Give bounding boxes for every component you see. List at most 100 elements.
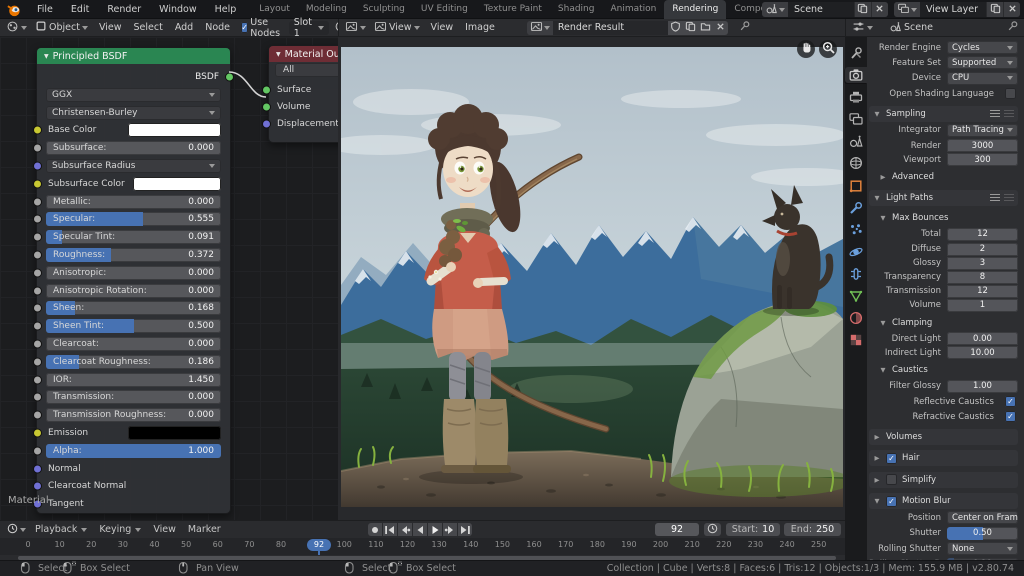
checkbox[interactable]: ✓ (1005, 396, 1016, 407)
output-target-dropdown[interactable]: All (275, 63, 338, 77)
collapse-arrow-icon[interactable]: ▼ (276, 51, 281, 58)
current-frame-field[interactable]: 92 (655, 523, 699, 536)
node-slider-specular[interactable]: Specular:0.555 (46, 212, 221, 226)
pin-button[interactable] (1007, 20, 1019, 35)
bsdf-output-socket[interactable] (225, 73, 234, 82)
unlink-image-button[interactable] (713, 21, 728, 35)
number-field-indirect-light[interactable]: 10.00 (947, 346, 1018, 359)
node-slider-anisotropic-rotation[interactable]: Anisotropic Rotation:0.000 (46, 284, 221, 298)
node-slider-roughness[interactable]: Roughness:0.372 (46, 248, 221, 262)
shader-socket[interactable] (262, 103, 271, 112)
panel-hair[interactable]: ▶✓Hair (869, 450, 1018, 466)
properties-tab-output[interactable] (845, 89, 867, 105)
properties-tab-texture[interactable] (845, 332, 867, 348)
editor-type-button[interactable] (3, 21, 30, 35)
workspace-tab[interactable]: Animation (602, 0, 664, 19)
play-reverse-button[interactable] (413, 523, 427, 536)
panel-advanced[interactable]: ▶Advanced (875, 170, 1018, 184)
vector-socket[interactable] (33, 161, 42, 170)
expand-arrow-open-icon[interactable]: ▼ (879, 366, 887, 374)
color-swatch-subsurface-color[interactable] (133, 177, 221, 191)
expand-arrow-open-icon[interactable]: ▼ (879, 319, 887, 327)
workspace-tab[interactable]: UV Editing (413, 0, 476, 19)
view-layer-name-field[interactable]: View Layer (920, 2, 986, 17)
scene-name-field[interactable]: Scene (788, 2, 854, 17)
workspace-tab[interactable]: Sculpting (355, 0, 413, 19)
jump-to-end-button[interactable] (458, 523, 472, 536)
properties-tab-modifiers[interactable] (845, 200, 867, 216)
expand-arrow-closed-icon[interactable]: ▶ (873, 476, 881, 484)
float-socket[interactable] (33, 446, 42, 455)
fake-user-button[interactable] (668, 21, 683, 35)
dropdown-position[interactable]: Center on Frame (947, 511, 1018, 524)
blender-logo-icon[interactable] (3, 2, 24, 16)
expand-arrow-open-icon[interactable]: ▼ (873, 194, 881, 202)
float-socket[interactable] (33, 393, 42, 402)
checkbox[interactable]: ✓ (1005, 411, 1016, 422)
checkbox[interactable]: ✓ (886, 496, 897, 507)
timeline-menu[interactable]: Keying (93, 524, 147, 535)
timeline-menu[interactable]: Marker (182, 524, 227, 535)
open-image-button[interactable] (698, 21, 713, 35)
node-number-field-ior[interactable]: IOR:1.450 (46, 373, 221, 387)
topbar-menu[interactable]: File (28, 0, 62, 19)
properties-tab-particles[interactable] (845, 222, 867, 238)
topbar-menu[interactable]: Window (150, 0, 205, 19)
number-field-transparency[interactable]: 8 (947, 271, 1018, 284)
float-socket[interactable] (33, 304, 42, 313)
node-slider-alpha[interactable]: Alpha:1.000 (46, 444, 221, 458)
properties-tab-render[interactable] (845, 67, 867, 83)
node-slider-metallic[interactable]: Metallic:0.000 (46, 195, 221, 209)
properties-tab-material[interactable] (845, 310, 867, 326)
properties-tab-tool[interactable] (845, 45, 867, 61)
shader-menu[interactable]: View (93, 19, 128, 37)
color-swatch-base-color[interactable] (128, 123, 221, 137)
float-socket[interactable] (33, 268, 42, 277)
panel-motion-blur[interactable]: ▼✓Motion Blur (869, 493, 1018, 509)
node-header[interactable]: ▼Material Output (269, 46, 338, 62)
pan-view-button[interactable] (797, 40, 815, 58)
panel-caustics[interactable]: ▼Caustics (875, 363, 1018, 377)
use-nodes-checkbox[interactable]: ✓ (241, 22, 248, 33)
node-header[interactable]: ▼Principled BSDF (37, 48, 230, 64)
shader-socket[interactable] (262, 86, 271, 95)
timeline-menu[interactable]: Playback (29, 524, 93, 535)
expand-arrow-open-icon[interactable]: ▼ (879, 214, 887, 222)
topbar-menu[interactable]: Edit (62, 0, 98, 19)
unlink-scene-button[interactable] (871, 2, 888, 17)
dropdown-integrator[interactable]: Path Tracing (947, 124, 1018, 137)
node-slider-anisotropic[interactable]: Anisotropic:0.000 (46, 266, 221, 280)
panel-clamping[interactable]: ▼Clamping (875, 316, 1018, 330)
presets-icon[interactable] (990, 110, 1014, 117)
node-dropdown-christensen-burley[interactable]: Christensen-Burley (46, 106, 221, 120)
properties-tab-physics[interactable] (845, 244, 867, 260)
pin-button[interactable] (736, 21, 754, 35)
node-slider-sheen-tint[interactable]: Sheen Tint:0.500 (46, 319, 221, 333)
number-field-diffuse[interactable]: 2 (947, 243, 1018, 256)
float-socket[interactable] (33, 322, 42, 331)
shader-menu[interactable]: Add (169, 19, 199, 37)
image-menu[interactable]: Image (459, 19, 501, 37)
node-slider-clearcoat-roughness[interactable]: Clearcoat Roughness:0.186 (46, 355, 221, 369)
shader-node-editor[interactable]: ▼Principled BSDF BSDF GGXChristensen-Bur… (0, 37, 338, 520)
render-result-viewer[interactable] (338, 37, 845, 520)
slider-shutter[interactable]: 0.50 (947, 527, 1018, 540)
timeline-ruler[interactable]: 92 0102030405060708010011012013014015016… (0, 538, 845, 555)
float-socket[interactable] (33, 197, 42, 206)
topbar-menu[interactable]: Render (98, 0, 150, 19)
use-nodes-toggle[interactable]: ✓Use Nodes (238, 21, 287, 35)
vector-socket[interactable] (262, 120, 271, 129)
preview-range-button[interactable] (704, 523, 721, 536)
panel-max-bounces[interactable]: ▼Max Bounces (875, 211, 1018, 225)
vector-socket[interactable] (33, 482, 42, 491)
panel-sampling[interactable]: ▼Sampling (869, 106, 1018, 122)
color-socket[interactable] (33, 179, 42, 188)
float-socket[interactable] (33, 357, 42, 366)
float-socket[interactable] (33, 250, 42, 259)
next-keyframe-button[interactable] (443, 523, 457, 536)
material-output-node[interactable]: ▼Material Output All SurfaceVolumeDispla… (268, 45, 338, 143)
new-scene-button[interactable] (854, 2, 871, 17)
node-slider-specular-tint[interactable]: Specular Tint:0.091 (46, 230, 221, 244)
expand-arrow-closed-icon[interactable]: ▶ (879, 173, 887, 181)
scene-browse-button[interactable] (762, 2, 788, 17)
